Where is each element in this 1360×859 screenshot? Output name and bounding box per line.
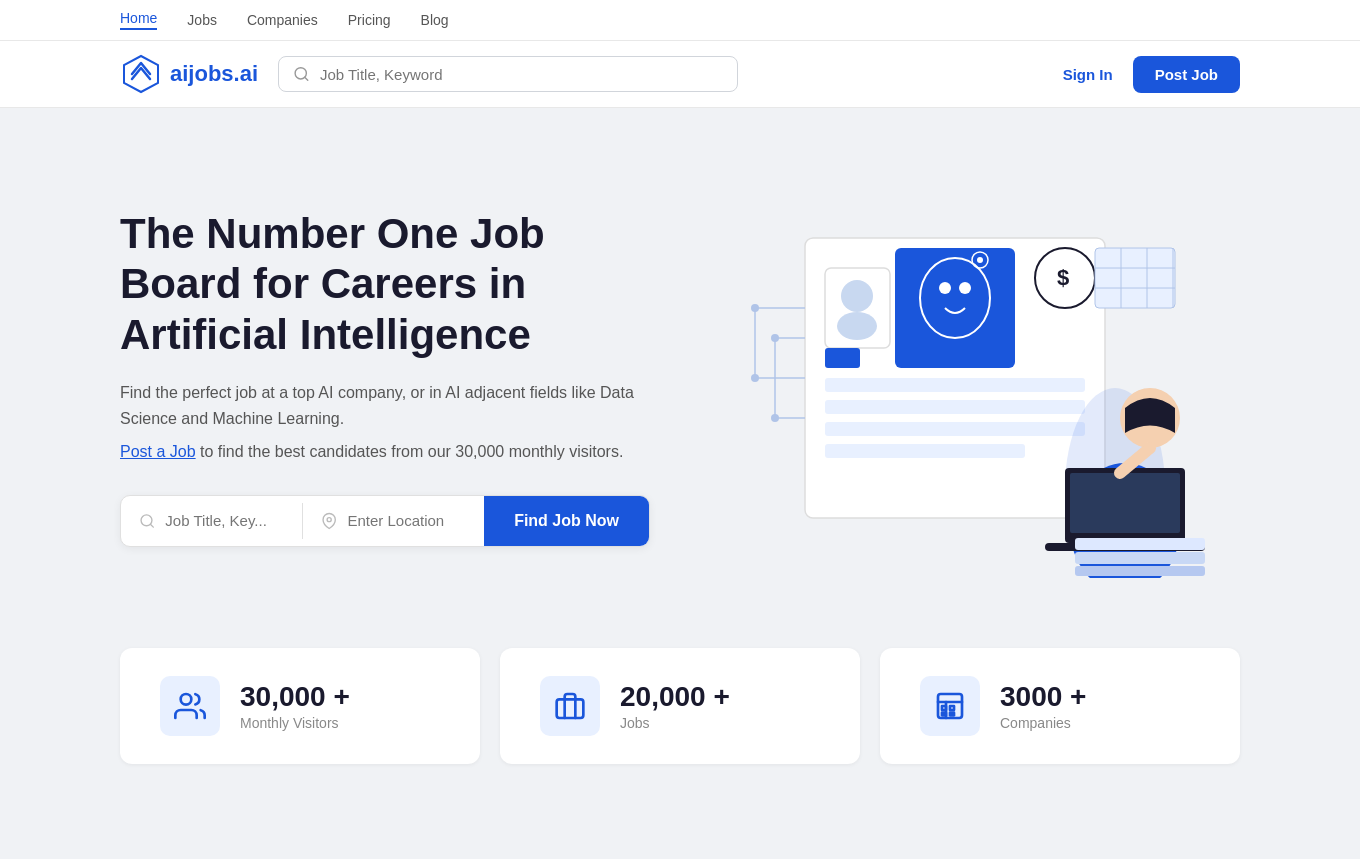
hero-illustration: $ bbox=[710, 178, 1240, 578]
search-icon-hero bbox=[139, 511, 155, 531]
briefcase-icon bbox=[554, 690, 586, 722]
hero-location-field bbox=[303, 497, 484, 545]
svg-rect-48 bbox=[1075, 566, 1205, 576]
stat-card-companies: 3000 + Companies bbox=[880, 648, 1240, 764]
stat-number-jobs: 20,000 + bbox=[620, 681, 730, 713]
stat-label-companies: Companies bbox=[1000, 715, 1086, 731]
svg-rect-34 bbox=[825, 378, 1085, 392]
hero-illustration-svg: $ bbox=[735, 178, 1215, 578]
svg-point-49 bbox=[181, 694, 192, 705]
logo-text: aijobs.ai bbox=[170, 61, 258, 87]
hero-title: The Number One Job Board for Careers in … bbox=[120, 209, 650, 360]
svg-point-22 bbox=[977, 257, 983, 263]
svg-rect-55 bbox=[942, 713, 946, 716]
svg-rect-17 bbox=[895, 248, 1015, 368]
stats-section: 30,000 + Monthly Visitors 20,000 + Jobs bbox=[0, 628, 1360, 804]
svg-rect-47 bbox=[1075, 552, 1205, 564]
nav-item-home[interactable]: Home bbox=[120, 10, 157, 30]
stat-label-jobs: Jobs bbox=[620, 715, 730, 731]
stat-icon-jobs bbox=[540, 676, 600, 736]
stat-number-companies: 3000 + bbox=[1000, 681, 1086, 713]
site-header: aijobs.ai Sign In Post Job bbox=[0, 41, 1360, 108]
svg-rect-35 bbox=[825, 400, 1085, 414]
svg-rect-54 bbox=[942, 706, 946, 710]
svg-rect-53 bbox=[950, 713, 954, 716]
nav-item-companies[interactable]: Companies bbox=[247, 12, 318, 28]
svg-point-20 bbox=[959, 282, 971, 294]
hero-search-field bbox=[121, 497, 302, 545]
svg-point-24 bbox=[841, 280, 873, 312]
stat-card-visitors: 30,000 + Monthly Visitors bbox=[120, 648, 480, 764]
svg-point-15 bbox=[771, 334, 779, 342]
hero-keyword-input[interactable] bbox=[165, 512, 284, 529]
svg-rect-36 bbox=[825, 422, 1085, 436]
svg-rect-43 bbox=[1070, 473, 1180, 533]
svg-point-25 bbox=[837, 312, 877, 340]
nav-item-jobs[interactable]: Jobs bbox=[187, 12, 217, 28]
hero-description-1: Find the perfect job at a top AI company… bbox=[120, 380, 650, 431]
hero-section: The Number One Job Board for Careers in … bbox=[0, 108, 1360, 628]
logo-icon bbox=[120, 53, 162, 95]
location-icon bbox=[321, 511, 337, 531]
svg-rect-37 bbox=[825, 444, 1025, 458]
svg-rect-38 bbox=[825, 348, 860, 368]
stat-number-visitors: 30,000 + bbox=[240, 681, 350, 713]
header-actions: Sign In Post Job bbox=[1063, 56, 1240, 93]
stat-icon-visitors bbox=[160, 676, 220, 736]
svg-rect-28 bbox=[1095, 248, 1175, 308]
svg-rect-50 bbox=[557, 699, 584, 718]
building-icon bbox=[934, 690, 966, 722]
stat-info-companies: 3000 + Companies bbox=[1000, 681, 1086, 731]
sign-in-button[interactable]: Sign In bbox=[1063, 66, 1113, 83]
svg-point-11 bbox=[751, 374, 759, 382]
svg-point-10 bbox=[751, 304, 759, 312]
nav-item-blog[interactable]: Blog bbox=[421, 12, 449, 28]
top-navigation: Home Jobs Companies Pricing Blog bbox=[0, 0, 1360, 41]
svg-point-16 bbox=[771, 414, 779, 422]
post-job-button[interactable]: Post Job bbox=[1133, 56, 1240, 93]
users-icon bbox=[174, 690, 206, 722]
hero-location-input[interactable] bbox=[347, 512, 466, 529]
find-job-button[interactable]: Find Job Now bbox=[484, 496, 649, 546]
svg-line-2 bbox=[305, 77, 308, 80]
svg-point-5 bbox=[327, 518, 331, 522]
stat-info-visitors: 30,000 + Monthly Visitors bbox=[240, 681, 350, 731]
header-search-input[interactable] bbox=[320, 66, 723, 83]
stat-icon-companies bbox=[920, 676, 980, 736]
post-a-job-link[interactable]: Post a Job bbox=[120, 443, 196, 460]
svg-marker-0 bbox=[124, 56, 158, 92]
svg-text:$: $ bbox=[1057, 265, 1069, 290]
stat-label-visitors: Monthly Visitors bbox=[240, 715, 350, 731]
nav-item-pricing[interactable]: Pricing bbox=[348, 12, 391, 28]
hero-search-bar: Find Job Now bbox=[120, 495, 650, 547]
hero-description-2: Post a Job to find the best candidates f… bbox=[120, 439, 650, 465]
stat-card-jobs: 20,000 + Jobs bbox=[500, 648, 860, 764]
svg-point-19 bbox=[939, 282, 951, 294]
svg-rect-46 bbox=[1075, 538, 1205, 550]
search-icon bbox=[293, 65, 310, 83]
stat-info-jobs: 20,000 + Jobs bbox=[620, 681, 730, 731]
svg-line-4 bbox=[150, 524, 153, 527]
header-search-box bbox=[278, 56, 738, 92]
site-logo[interactable]: aijobs.ai bbox=[120, 53, 258, 95]
svg-rect-52 bbox=[950, 706, 954, 710]
hero-content: The Number One Job Board for Careers in … bbox=[120, 209, 650, 547]
